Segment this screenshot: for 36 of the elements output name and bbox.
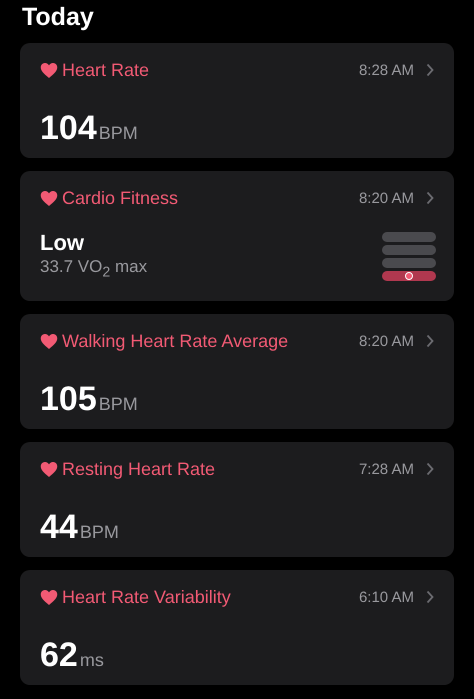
metric-unit: BPM [98,123,138,144]
metric-value: 104 [40,109,97,147]
metric-time: 6:10 AM [358,588,414,606]
metric-name: Heart Rate Variability [62,586,232,608]
heart-icon [40,460,58,478]
fitness-detail: 33.7 VO$_{2}$ max [40,256,148,282]
metric-name: Walking Heart Rate Average [62,330,290,352]
metric-card[interactable]: Heart Rate Variability 6:10 AM 62 ms [20,570,454,685]
chevron-icon [426,191,434,205]
heart-icon [40,588,58,606]
chevron-icon [426,334,434,348]
heart-icon [40,332,58,350]
metric-time: 8:20 AM [358,332,414,350]
metric-card[interactable]: Walking Heart Rate Average 8:20 AM 105 BPM [20,314,454,429]
metric-unit: BPM [98,394,138,415]
metric-value: 44 [40,508,78,546]
chevron-icon [426,590,434,604]
metric-card[interactable]: Resting Heart Rate 7:28 AM 44BPM [20,442,454,557]
page-title: Today [22,2,95,32]
metric-time: 7:28 AM [358,460,414,478]
fitness-level: Low [40,230,85,256]
metric-value: 62 [40,636,78,674]
metric-name: Heart Rate [62,60,150,80]
metric-value: 105 [40,380,97,418]
metric-card[interactable]: Heart Rate 8:28 AM 104BPM [20,43,454,158]
metric-time: 8:20 AM [358,190,414,206]
metric-unit: ms [80,650,104,671]
chevron-icon [426,63,434,77]
heart-icon [40,190,58,206]
metric-card[interactable]: Cardio Fitness 8:20 AM Low 33.7 VO$_{2}$ max [20,171,454,301]
metric-time: 8:28 AM [358,62,414,78]
metric-name: Resting Heart Rate [62,458,216,480]
chevron-icon [426,462,434,476]
metric-name: Cardio Fitness [62,188,180,208]
metric-unit: BPM [80,522,119,543]
heart-icon [40,62,58,78]
